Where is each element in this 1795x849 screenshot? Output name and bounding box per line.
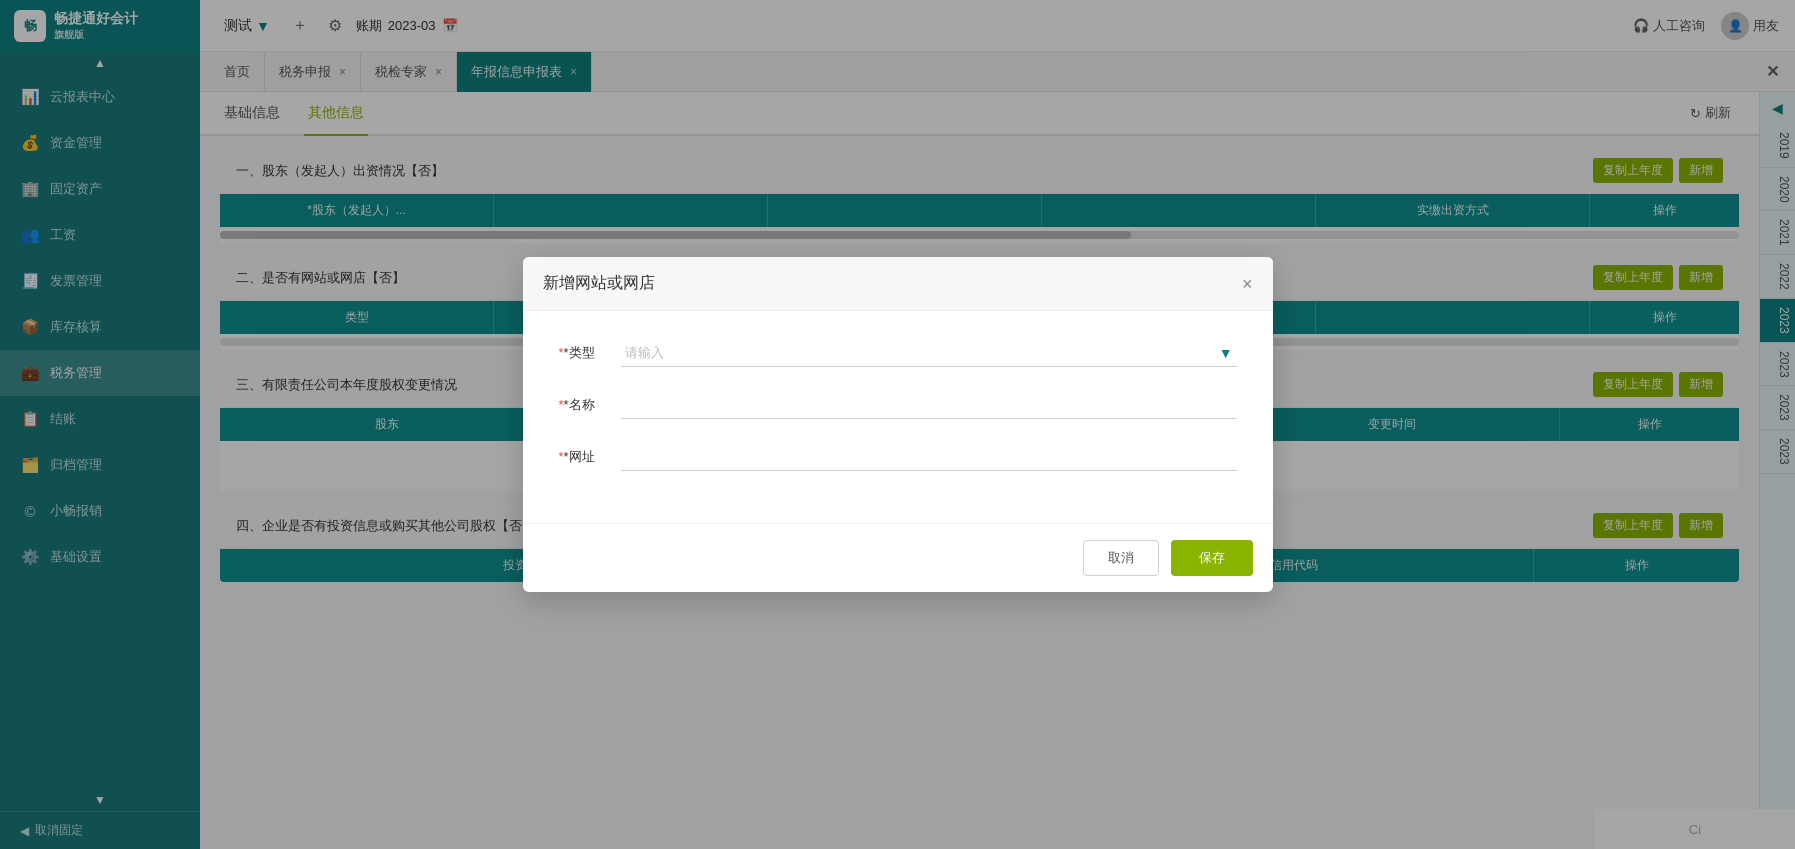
modal-body: **类型 ▼ **名称 **网址 — [523, 311, 1273, 523]
cancel-button[interactable]: 取消 — [1083, 540, 1159, 576]
name-input-wrap — [621, 391, 1237, 419]
modal-overlay: 新增网站或网店 × **类型 ▼ **名称 — [0, 0, 1795, 849]
name-label: **名称 — [559, 396, 609, 414]
modal-title: 新增网站或网店 — [543, 273, 655, 294]
modal-add-website: 新增网站或网店 × **类型 ▼ **名称 — [523, 257, 1273, 592]
name-input[interactable] — [621, 391, 1237, 418]
save-button[interactable]: 保存 — [1171, 540, 1253, 576]
type-input[interactable] — [621, 339, 1215, 366]
url-input[interactable] — [621, 443, 1237, 470]
type-dropdown-arrow[interactable]: ▼ — [1215, 345, 1237, 361]
form-row-type: **类型 ▼ — [559, 339, 1237, 367]
form-row-name: **名称 — [559, 391, 1237, 419]
modal-header: 新增网站或网店 × — [523, 257, 1273, 311]
modal-footer: 取消 保存 — [523, 523, 1273, 592]
url-label: **网址 — [559, 448, 609, 466]
type-input-wrap: ▼ — [621, 339, 1237, 367]
form-row-url: **网址 — [559, 443, 1237, 471]
modal-close-button[interactable]: × — [1242, 275, 1253, 293]
url-input-wrap — [621, 443, 1237, 471]
type-label: **类型 — [559, 344, 609, 362]
